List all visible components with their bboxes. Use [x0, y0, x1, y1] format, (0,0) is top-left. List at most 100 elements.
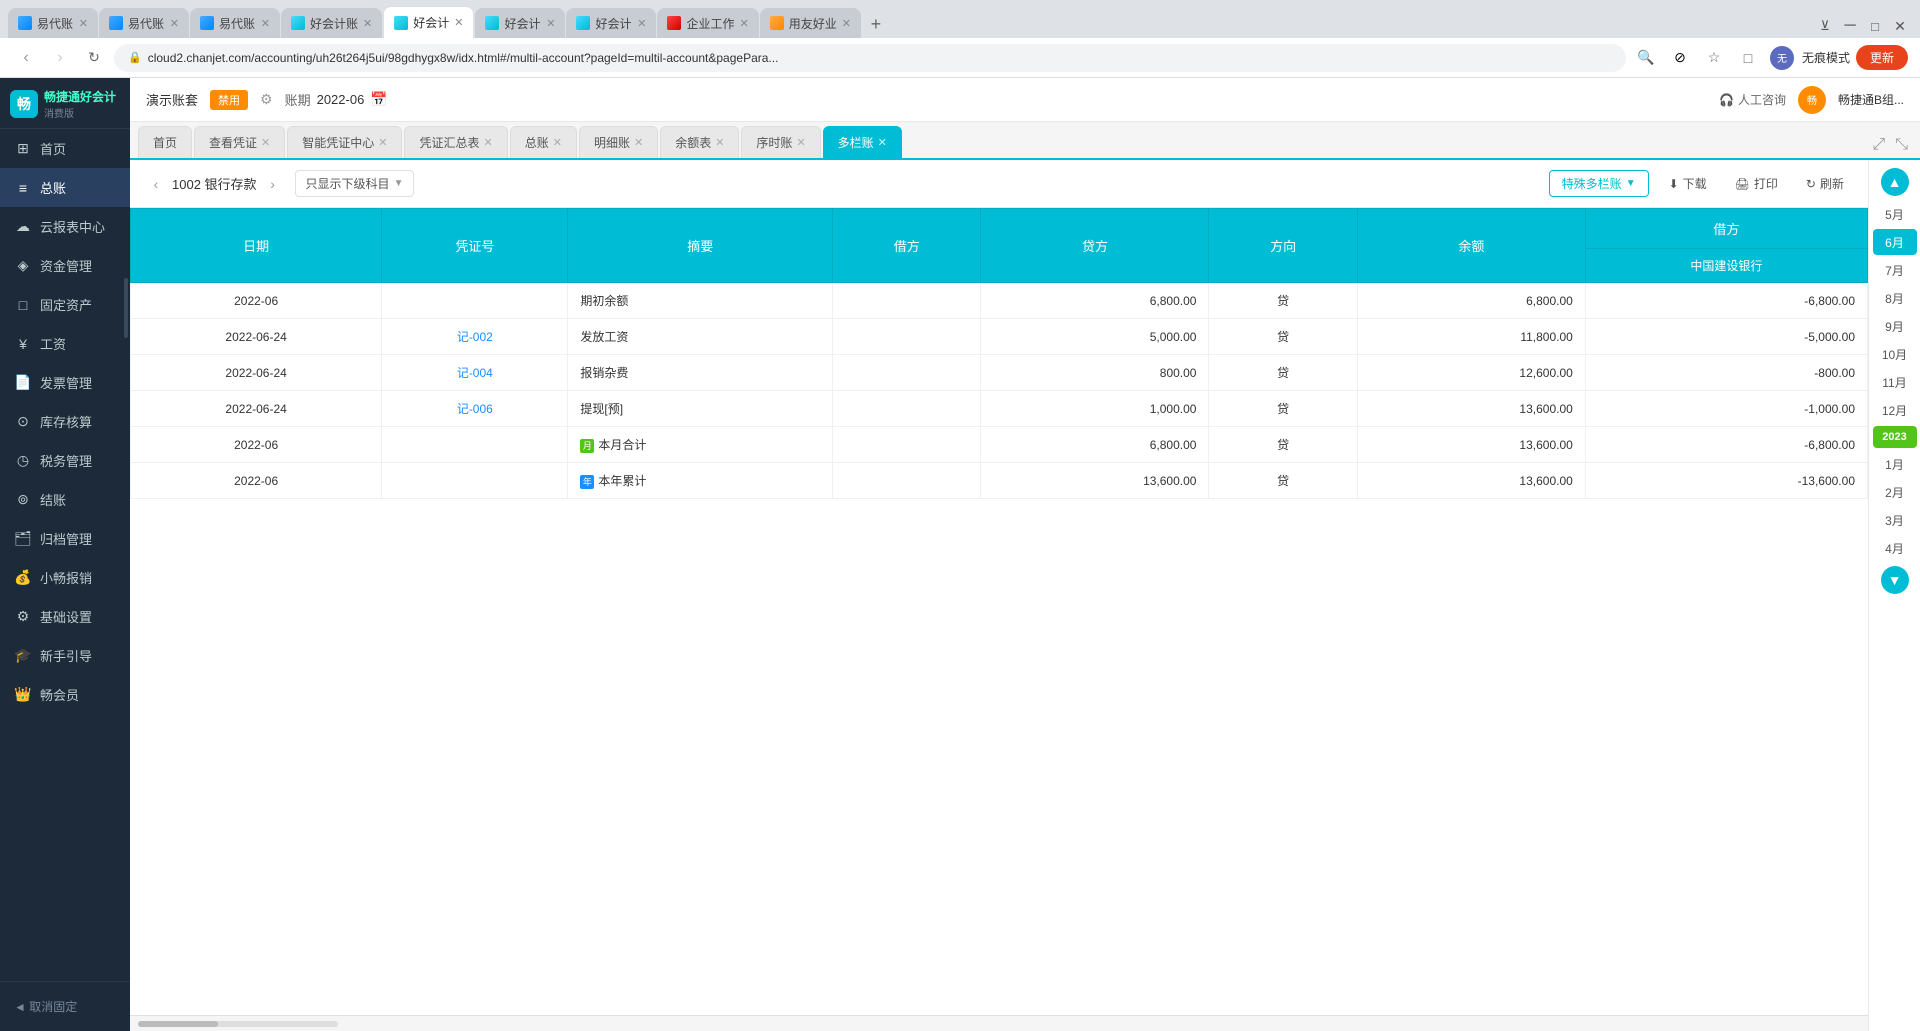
sidebar-item-newbie[interactable]: 🎓 新手引导 — [0, 636, 130, 675]
horizontal-scrollbar[interactable] — [130, 1015, 1868, 1031]
month-item-2022-06[interactable]: 6月 — [1873, 229, 1917, 255]
tab-close-sequence-ledger[interactable]: ✕ — [796, 136, 805, 149]
tab-sequence-ledger[interactable]: 序时账 ✕ — [741, 126, 820, 158]
month-item-2022-10[interactable]: 10月 — [1873, 341, 1917, 367]
url-bar[interactable]: 🔒 cloud2.chanjet.com/accounting/uh26t264… — [114, 44, 1626, 72]
reload-button[interactable]: ↻ — [80, 44, 108, 72]
month-item-2023-03[interactable]: 3月 — [1873, 507, 1917, 533]
tab-yidaizhang-1[interactable]: 易代账 ✕ — [8, 8, 98, 38]
tab-close-5[interactable]: ✕ — [454, 16, 463, 29]
tab-close-7[interactable]: ✕ — [637, 17, 646, 30]
tab-close-2[interactable]: ✕ — [170, 17, 179, 30]
tab-general-ledger[interactable]: 总账 ✕ — [510, 126, 577, 158]
sidebar-item-funds[interactable]: ◈ 资金管理 — [0, 246, 130, 285]
back-button[interactable]: ‹ — [12, 44, 40, 72]
incognito-icon[interactable]: ⊘ — [1666, 44, 1694, 72]
month-total-icon: 月 — [580, 439, 594, 453]
profile-button[interactable]: 无 — [1768, 44, 1796, 72]
tab-detailed-ledger[interactable]: 明细账 ✕ — [579, 126, 658, 158]
sidebar-scroll — [124, 278, 128, 338]
scroll-down-button[interactable]: ▼ — [1881, 566, 1909, 594]
tab-multi-column[interactable]: 多栏账 ✕ — [823, 126, 902, 158]
tab-close-multi-column[interactable]: ✕ — [878, 136, 887, 149]
tab-close-balance-table[interactable]: ✕ — [715, 136, 724, 149]
tab-list-button[interactable]: ⊻ — [1813, 14, 1837, 38]
print-button[interactable]: 🖨 打印 — [1727, 171, 1786, 196]
sidebar-item-expense[interactable]: 💰 小畅报销 — [0, 558, 130, 597]
tab-haokuaiji-6[interactable]: 好会计 ✕ — [475, 8, 565, 38]
cell-summary: 月本月合计 — [568, 427, 833, 463]
sidebar-item-close-period[interactable]: ⊚ 结账 — [0, 480, 130, 519]
prev-account-button[interactable]: ‹ — [146, 174, 166, 194]
tab-close-detailed-ledger[interactable]: ✕ — [634, 136, 643, 149]
month-item-2022-07[interactable]: 7月 — [1873, 257, 1917, 283]
new-tab-button[interactable]: + — [862, 10, 890, 38]
tab-smart-voucher[interactable]: 智能凭证中心 ✕ — [287, 126, 402, 158]
month-item-2022-12[interactable]: 12月 — [1873, 397, 1917, 423]
month-item-2023-02[interactable]: 2月 — [1873, 479, 1917, 505]
filter-label: 只显示下级科目 — [306, 175, 390, 192]
tab-close-6[interactable]: ✕ — [546, 17, 555, 30]
tab-yidaizhang-2[interactable]: 易代账 ✕ — [99, 8, 189, 38]
close-window-button[interactable]: ✕ — [1888, 14, 1912, 38]
tab-close-view-voucher[interactable]: ✕ — [261, 136, 270, 149]
sidebar-item-payroll[interactable]: ¥ 工资 — [0, 324, 130, 363]
tab-view-voucher[interactable]: 查看凭证 ✕ — [194, 126, 285, 158]
settings-icon-top[interactable]: ⚙ — [260, 91, 273, 108]
cell-voucher[interactable]: 记-006 — [382, 391, 568, 427]
sidebar-item-fixed-assets[interactable]: □ 固定资产 — [0, 285, 130, 324]
month-item-2023-01[interactable]: 1月 — [1873, 451, 1917, 477]
maximize-button[interactable]: □ — [1863, 14, 1887, 38]
sub-account-filter[interactable]: 只显示下级科目 ▼ — [295, 170, 415, 197]
sidebar-item-member[interactable]: 👑 畅会员 — [0, 675, 130, 714]
unpin-button[interactable]: ◄ 取消固定 — [10, 992, 120, 1021]
browser-extension-icon[interactable]: □ — [1734, 44, 1762, 72]
download-button[interactable]: ⬇ 下载 — [1661, 171, 1715, 196]
update-button[interactable]: 更新 — [1856, 45, 1908, 70]
collapse-panel-button[interactable]: ⤢ — [1868, 132, 1889, 158]
tab-close-1[interactable]: ✕ — [79, 17, 88, 30]
sidebar-item-ledger[interactable]: ≡ 总账 — [0, 168, 130, 207]
sidebar-item-archive[interactable]: 🗂 归档管理 — [0, 519, 130, 558]
bookmark-icon[interactable]: ☆ — [1700, 44, 1728, 72]
calendar-icon[interactable]: 📅 — [370, 91, 387, 108]
sidebar-item-home[interactable]: ⊞ 首页 — [0, 129, 130, 168]
month-item-2022-05[interactable]: 5月 — [1873, 201, 1917, 227]
tab-yonyou-9[interactable]: 用友好业 ✕ — [760, 8, 861, 38]
sidebar-item-invoice[interactable]: 📄 发票管理 — [0, 363, 130, 402]
sidebar-item-cloud-reports[interactable]: ☁ 云报表中心 — [0, 207, 130, 246]
refresh-button[interactable]: ↻ 刷新 — [1798, 171, 1852, 196]
scroll-up-button[interactable]: ▲ — [1881, 168, 1909, 196]
expand-panel-button[interactable]: ⤡ — [1891, 132, 1912, 158]
tab-homepage[interactable]: 首页 — [138, 126, 192, 158]
tab-haokuaiji-5-active[interactable]: 好会计 ✕ — [383, 6, 474, 38]
tab-close-3[interactable]: ✕ — [261, 17, 270, 30]
minimize-button[interactable]: ─ — [1838, 14, 1862, 38]
month-item-2022-08[interactable]: 8月 — [1873, 285, 1917, 311]
tab-haokuaiji-4[interactable]: 好会计账 ✕ — [281, 8, 382, 38]
next-account-button[interactable]: › — [263, 174, 283, 194]
month-item-2023-04[interactable]: 4月 — [1873, 535, 1917, 561]
multi-col-button[interactable]: 特殊多栏账 ▼ — [1549, 170, 1649, 197]
tab-close-8[interactable]: ✕ — [739, 17, 748, 30]
consult-button[interactable]: 🎧 人工咨询 — [1719, 91, 1786, 108]
forward-button[interactable]: › — [46, 44, 74, 72]
tab-close-smart-voucher[interactable]: ✕ — [378, 136, 387, 149]
tab-haokuaiji-7[interactable]: 好会计 ✕ — [566, 8, 656, 38]
sidebar-item-inventory[interactable]: ⊙ 库存核算 — [0, 402, 130, 441]
tab-close-9[interactable]: ✕ — [842, 17, 851, 30]
tab-close-voucher-summary[interactable]: ✕ — [484, 136, 493, 149]
tab-balance-table[interactable]: 余额表 ✕ — [660, 126, 739, 158]
tab-close-4[interactable]: ✕ — [363, 17, 372, 30]
sidebar-item-tax[interactable]: ◷ 税务管理 — [0, 441, 130, 480]
cell-voucher[interactable]: 记-004 — [382, 355, 568, 391]
tab-enterprise-8[interactable]: 企业工作 ✕ — [657, 8, 758, 38]
tab-yidaizhang-3[interactable]: 易代账 ✕ — [190, 8, 280, 38]
month-item-2022-09[interactable]: 9月 — [1873, 313, 1917, 339]
sidebar-item-settings[interactable]: ⚙ 基础设置 — [0, 597, 130, 636]
cell-voucher[interactable]: 记-002 — [382, 319, 568, 355]
search-icon[interactable]: 🔍 — [1632, 44, 1660, 72]
tab-close-general-ledger[interactable]: ✕ — [553, 136, 562, 149]
month-item-2022-11[interactable]: 11月 — [1873, 369, 1917, 395]
tab-voucher-summary[interactable]: 凭证汇总表 ✕ — [404, 126, 507, 158]
